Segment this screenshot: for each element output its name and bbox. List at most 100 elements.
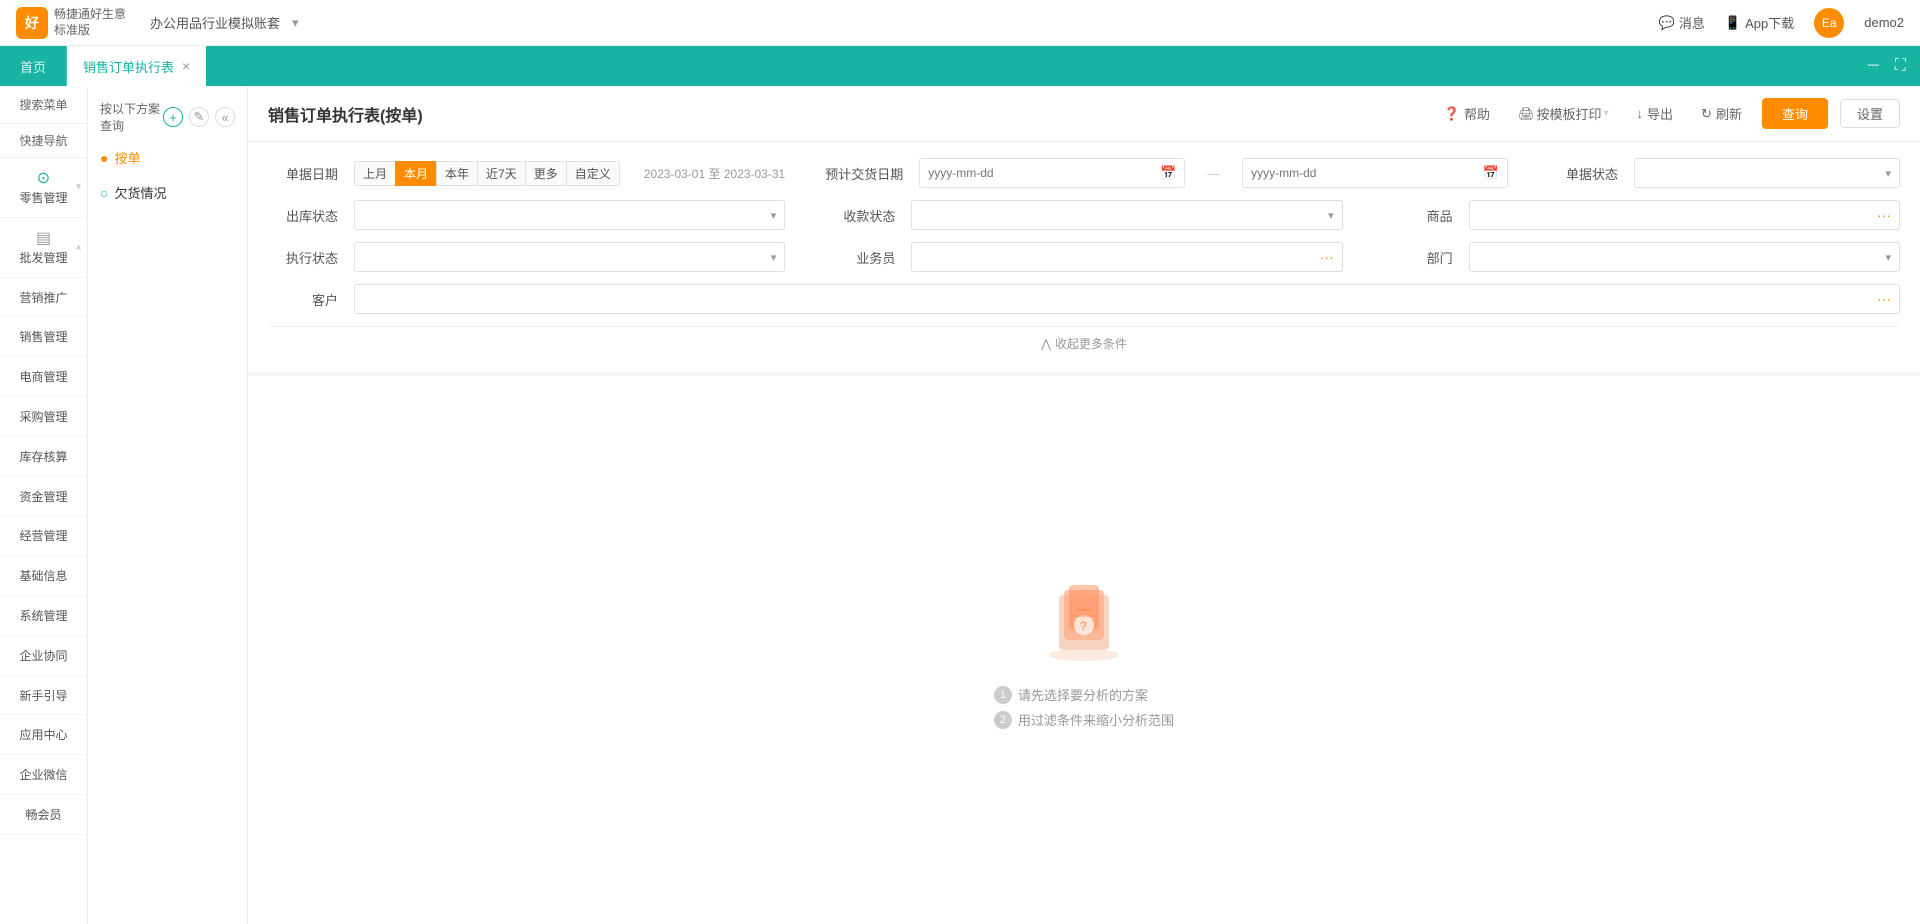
outbound-dropdown-icon: ▾ — [771, 209, 777, 222]
date-range-text: 2023-03-01 至 2023-03-31 — [644, 165, 785, 182]
message-icon: 💬 — [1659, 15, 1675, 31]
outbound-select[interactable]: ▾ — [354, 200, 785, 230]
page-title-row: 销售订单执行表(按单) ❓ 帮助 🖨 按模板打印 ▾ ↓ — [268, 98, 1900, 129]
payment-select[interactable]: ▾ — [911, 200, 1342, 230]
calendar-to-icon[interactable]: 📅 — [1483, 165, 1499, 181]
collapse-filter-button[interactable]: ⋀ 收起更多条件 — [268, 326, 1900, 356]
date-tab-this-year[interactable]: 本年 — [436, 161, 477, 186]
logo-area[interactable]: 好 畅捷通好生意 标准版 — [16, 7, 126, 39]
sidebar-item-wholesale[interactable]: ▤ 批发管理 ▴ — [0, 218, 87, 278]
date-tab-7-days[interactable]: 近7天 — [477, 161, 525, 186]
owed-icon: ○ — [100, 185, 108, 201]
left-panel: 按以下方案查询 + ✎ « ● 按单 ○ 欠货情况 — [88, 86, 248, 924]
page-title-bar: 销售订单执行表(按单) ❓ 帮助 🖨 按模板打印 ▾ ↓ — [248, 86, 1920, 142]
header-left: 好 畅捷通好生意 标准版 办公用品行业模拟账套 ▾ — [16, 7, 299, 39]
filter-row-4: 客户 ··· — [268, 284, 1900, 314]
calendar-from-icon[interactable]: 📅 — [1160, 165, 1176, 181]
wholesale-arrow-icon: ▴ — [76, 242, 81, 253]
sidebar-item-retail[interactable]: ⊙ 零售管理 ▾ — [0, 158, 87, 218]
settings-button[interactable]: 设置 — [1840, 99, 1900, 128]
refresh-button[interactable]: ↻ 刷新 — [1693, 100, 1750, 127]
empty-tips-list: 1 请先选择要分析的方案 2 用过滤条件来缩小分析范围 — [994, 685, 1174, 735]
sidebar-item-basic[interactable]: 基础信息 — [0, 556, 87, 596]
export-button[interactable]: ↓ 导出 — [1629, 100, 1682, 127]
search-button[interactable]: 查询 — [1762, 98, 1828, 129]
date-from-input[interactable]: 📅 — [919, 158, 1185, 188]
tab-bar: 首页 销售订单执行表 × ─ ⛶ — [0, 46, 1920, 86]
sidebar-item-purchase[interactable]: 采购管理 — [0, 397, 87, 437]
customer-select[interactable]: ··· — [354, 284, 1900, 314]
logo-text: 畅捷通好生意 标准版 — [54, 7, 126, 38]
sidebar: 搜索菜单 快捷导航 ⊙ 零售管理 ▾ ▤ 批发管理 ▴ 营销推广 销售管理 电商… — [0, 86, 88, 924]
sidebar-item-system[interactable]: 系统管理 — [0, 596, 87, 636]
main-layout: 搜索菜单 快捷导航 ⊙ 零售管理 ▾ ▤ 批发管理 ▴ 营销推广 销售管理 电商… — [0, 86, 1920, 924]
goods-more-icon[interactable]: ··· — [1877, 207, 1891, 223]
retail-icon: ⊙ — [37, 168, 50, 188]
message-button[interactable]: 💬 消息 — [1659, 13, 1705, 32]
date-to-input[interactable]: 📅 — [1242, 158, 1508, 188]
sidebar-item-operation[interactable]: 经营管理 — [0, 516, 87, 556]
content-area: 按以下方案查询 + ✎ « ● 按单 ○ 欠货情况 销售订单执行表(按 — [88, 86, 1920, 924]
customer-more-icon[interactable]: ··· — [1877, 291, 1891, 307]
sidebar-item-finance[interactable]: 资金管理 — [0, 477, 87, 517]
sidebar-item-marketing[interactable]: 营销推广 — [0, 278, 87, 318]
date-tab-more[interactable]: 更多 — [525, 161, 566, 186]
sidebar-item-inventory[interactable]: 库存核算 — [0, 437, 87, 477]
print-button[interactable]: 🖨 按模板打印 ▾ — [1510, 100, 1617, 127]
date-tabs-group: 上月 本月 本年 近7天 更多 自定义 — [354, 161, 620, 186]
edit-plan-button[interactable]: ✎ — [189, 107, 209, 127]
tab-maximize-button[interactable]: ⛶ — [1889, 53, 1912, 79]
press-icon: ● — [100, 150, 108, 166]
exec-dropdown-icon: ▾ — [771, 251, 777, 264]
plan-item-owed[interactable]: ○ 欠货情况 — [88, 175, 247, 210]
date-tab-last-month[interactable]: 上月 — [354, 161, 395, 186]
filter-row-2: 出库状态 ▾ 收款状态 ▾ 商品 ··· — [268, 200, 1900, 230]
filter-row-3: 执行状态 ▾ 业务员 ··· 部门 ▾ — [268, 242, 1900, 272]
right-main: 销售订单执行表(按单) ❓ 帮助 🖨 按模板打印 ▾ ↓ — [248, 86, 1920, 924]
date-to-field[interactable] — [1251, 166, 1477, 180]
sidebar-item-wechat[interactable]: 企业微信 — [0, 755, 87, 795]
left-panel-header: 按以下方案查询 + ✎ « — [88, 94, 247, 140]
sidebar-item-vip[interactable]: 畅会员 — [0, 795, 87, 835]
date-label: 单据日期 — [268, 164, 338, 183]
sidebar-item-ecommerce[interactable]: 电商管理 — [0, 357, 87, 397]
salesman-select[interactable]: ··· — [911, 242, 1342, 272]
tab-close-icon[interactable]: × — [182, 58, 190, 74]
status-select[interactable]: ▾ — [1634, 158, 1900, 188]
sidebar-item-sales[interactable]: 销售管理 — [0, 317, 87, 357]
sidebar-item-app-center[interactable]: 应用中心 — [0, 715, 87, 755]
dept-select[interactable]: ▾ — [1469, 242, 1900, 272]
plan-item-press[interactable]: ● 按单 — [88, 140, 247, 175]
app-title: 办公用品行业模拟账套 — [150, 13, 280, 32]
tab-home[interactable]: 首页 — [0, 46, 67, 86]
tab-minimize-button[interactable]: ─ — [1861, 53, 1884, 79]
tip-item-2: 2 用过滤条件来缩小分析范围 — [994, 710, 1174, 729]
date-tab-custom[interactable]: 自定义 — [566, 161, 620, 186]
sidebar-item-newbie[interactable]: 新手引导 — [0, 676, 87, 716]
exec-select[interactable]: ▾ — [354, 242, 785, 272]
salesman-more-icon[interactable]: ··· — [1320, 249, 1334, 265]
salesman-label: 业务员 — [825, 248, 895, 267]
sidebar-quick-nav[interactable]: 快捷导航 — [0, 124, 87, 158]
user-avatar[interactable]: Ea — [1814, 8, 1844, 38]
tab-sales-order[interactable]: 销售订单执行表 × — [67, 46, 206, 86]
user-name[interactable]: demo2 — [1864, 15, 1904, 30]
payment-label: 收款状态 — [825, 206, 895, 225]
svg-text:?: ? — [1080, 619, 1087, 633]
app-download-button[interactable]: 📱 App下载 — [1725, 13, 1794, 32]
help-button[interactable]: ❓ 帮助 — [1436, 100, 1498, 127]
add-plan-button[interactable]: + — [163, 107, 183, 127]
app-title-dropdown-icon[interactable]: ▾ — [292, 15, 299, 31]
customer-label: 客户 — [268, 290, 338, 309]
date-tab-this-month[interactable]: 本月 — [395, 161, 436, 186]
export-icon: ↓ — [1637, 106, 1644, 121]
dept-dropdown-icon: ▾ — [1885, 251, 1891, 264]
help-icon: ❓ — [1444, 106, 1460, 122]
goods-select[interactable]: ··· — [1469, 200, 1900, 230]
date-from-field[interactable] — [928, 166, 1154, 180]
header-right: 💬 消息 📱 App下载 Ea demo2 — [1659, 8, 1904, 38]
logo-icon: 好 — [16, 7, 48, 39]
sidebar-item-enterprise[interactable]: 企业协同 — [0, 636, 87, 676]
sidebar-search[interactable]: 搜索菜单 — [0, 86, 87, 124]
collapse-panel-button[interactable]: « — [215, 107, 235, 127]
